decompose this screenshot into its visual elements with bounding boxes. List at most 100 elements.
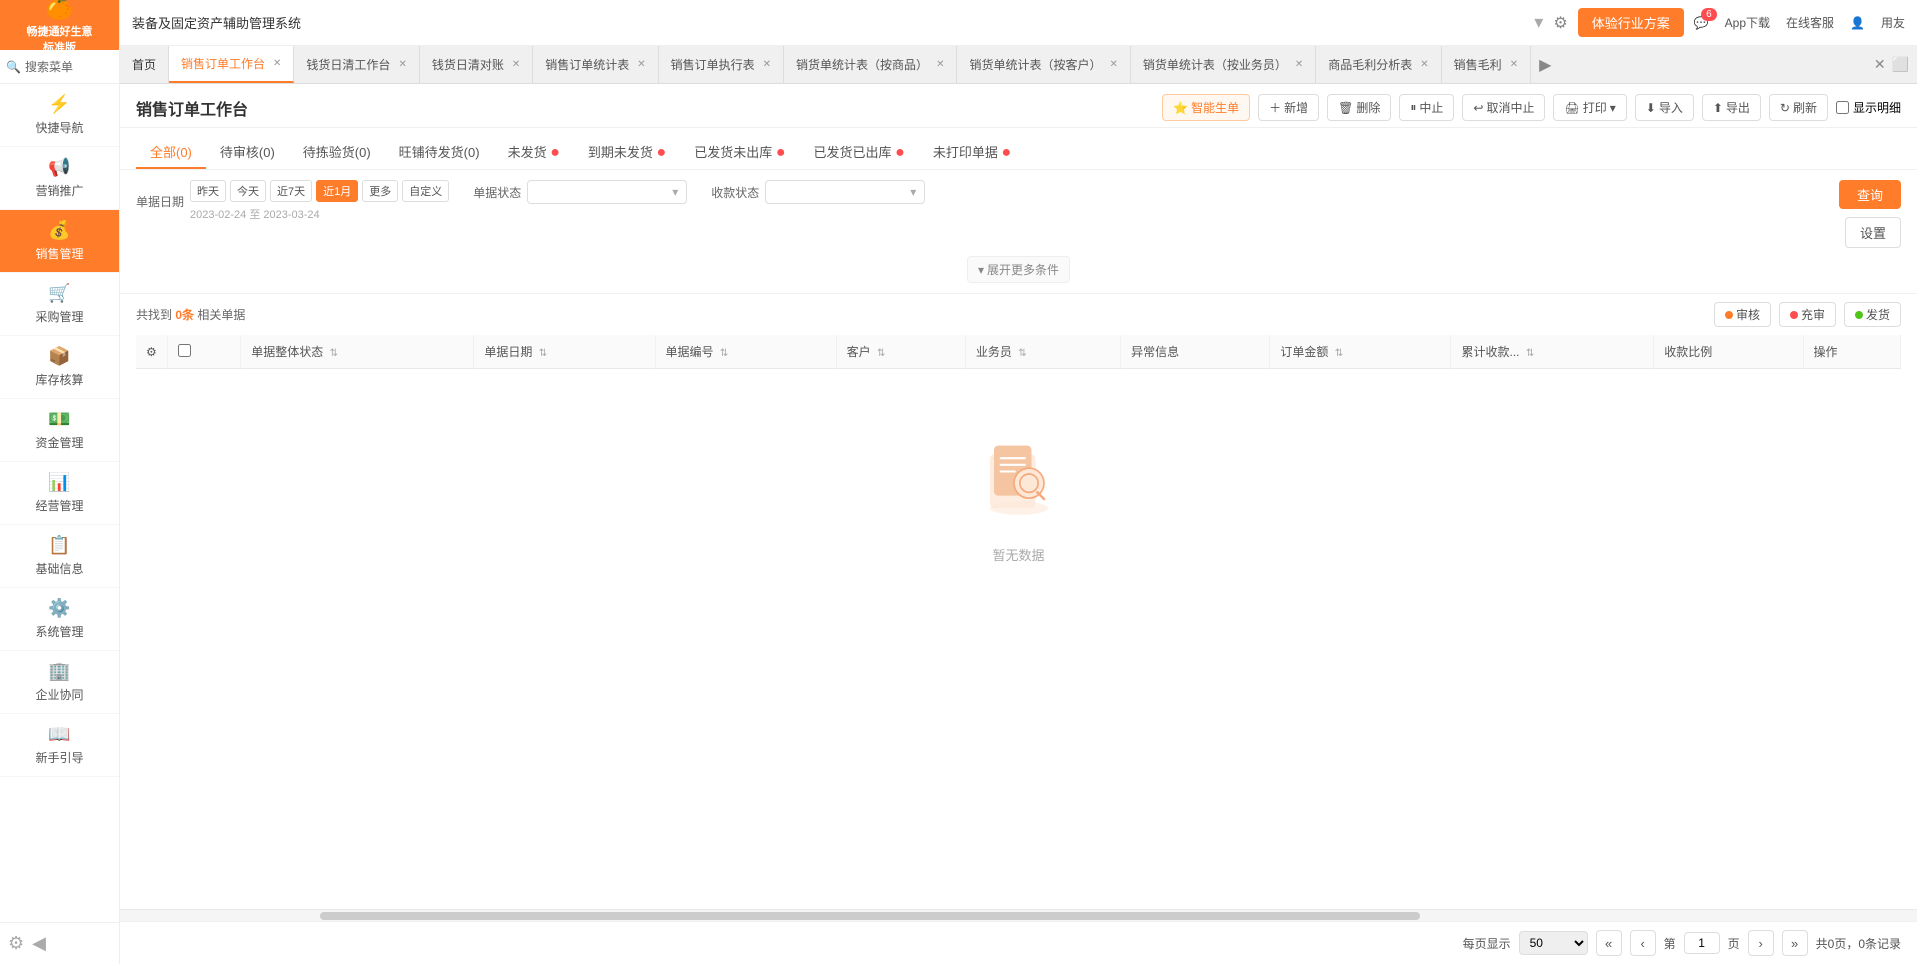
- filter-tab-not-shipped[interactable]: 未发货 ●: [494, 136, 574, 169]
- delete-btn[interactable]: 🗑 删除: [1327, 94, 1391, 121]
- tab-home[interactable]: 首页: [120, 46, 169, 83]
- show-detail-checkbox[interactable]: [1836, 101, 1849, 114]
- sidebar-item-enterprise[interactable]: 🏢 企业协同: [0, 651, 119, 714]
- settings-bottom-icon[interactable]: ⚙: [8, 933, 24, 954]
- tab-close-sales-by-product[interactable]: ✕: [936, 59, 944, 70]
- first-page-btn[interactable]: «: [1596, 930, 1622, 956]
- tab-gross-profit[interactable]: 商品毛利分析表 ✕: [1316, 46, 1441, 83]
- filter-tab-all[interactable]: 全部(0): [136, 136, 206, 169]
- sidebar-item-finance[interactable]: 💵 资金管理: [0, 399, 119, 462]
- online-service-link[interactable]: 在线客服: [1786, 14, 1834, 31]
- refresh-btn[interactable]: ↻ 刷新: [1769, 94, 1828, 121]
- date-today-btn[interactable]: 今天: [230, 180, 266, 202]
- tab-close-sales-exec[interactable]: ✕: [763, 59, 771, 70]
- smart-create-btn[interactable]: ⭐ 智能生单: [1162, 94, 1250, 121]
- filter-tab-shipped-stored[interactable]: 已发货已出库 ●: [800, 136, 919, 169]
- last-page-btn[interactable]: »: [1782, 930, 1808, 956]
- tab-close-sales-rate[interactable]: ✕: [1510, 59, 1518, 70]
- batch-review-btn[interactable]: 审核: [1714, 302, 1771, 327]
- date-more-btn[interactable]: 更多: [362, 180, 398, 202]
- cancel-pause-btn[interactable]: ↩ 取消中止: [1462, 94, 1545, 121]
- horizontal-scrollbar[interactable]: [120, 909, 1917, 921]
- scrollbar-thumb[interactable]: [320, 912, 1420, 920]
- page-number-input[interactable]: [1684, 932, 1720, 954]
- sidebar-item-basic[interactable]: 📋 基础信息: [0, 525, 119, 588]
- close-all-tabs-icon[interactable]: ⬜: [1892, 56, 1909, 73]
- sidebar-item-purchase[interactable]: 🛒 采购管理: [0, 273, 119, 336]
- payment-select[interactable]: ▾: [765, 180, 925, 204]
- set-btn[interactable]: 设置: [1845, 217, 1901, 248]
- tab-sales-by-customer[interactable]: 销货单统计表（按客户） ✕: [957, 46, 1130, 83]
- tab-close-cash-reconcile[interactable]: ✕: [512, 59, 520, 70]
- sidebar-item-guide[interactable]: 📖 新手引导: [0, 714, 119, 777]
- sort-amount-icon[interactable]: ⇅: [1335, 348, 1343, 359]
- filter-tab-pending-inspect[interactable]: 待拣验货(0): [289, 136, 385, 169]
- check-all-checkbox[interactable]: [178, 344, 191, 357]
- import-btn[interactable]: ⬇ 导入: [1635, 94, 1694, 121]
- tab-sales-stat[interactable]: 销售订单统计表 ✕: [533, 46, 658, 83]
- tab-close-sales-stat[interactable]: ✕: [637, 59, 645, 70]
- tab-close-sales-by-customer[interactable]: ✕: [1109, 59, 1117, 70]
- query-btn[interactable]: 查询: [1839, 180, 1901, 209]
- app-download-link[interactable]: App下载: [1725, 14, 1770, 31]
- tab-close-sales-workbench[interactable]: ✕: [273, 58, 281, 69]
- filter-tab-overdue[interactable]: 到期未发货 ●: [574, 136, 680, 169]
- tab-sales-by-product[interactable]: 销货单统计表（按商品） ✕: [784, 46, 957, 83]
- col-check[interactable]: [167, 335, 241, 369]
- sidebar-item-inventory[interactable]: 📦 库存核算: [0, 336, 119, 399]
- sort-staff-icon[interactable]: ⇅: [1018, 348, 1026, 359]
- sidebar: 🍊 畅捷通好生意 标准版 🔍 搜索菜单 ⚡ 快捷导航 📢 营销推广 💰 销售管理…: [0, 0, 120, 964]
- tab-close-sales-by-staff[interactable]: ✕: [1295, 59, 1303, 70]
- tab-close-gross-profit[interactable]: ✕: [1420, 59, 1428, 70]
- next-page-btn[interactable]: ›: [1748, 930, 1774, 956]
- sort-customer-icon[interactable]: ⇅: [877, 348, 885, 359]
- show-detail-checkbox-label[interactable]: 显示明细: [1836, 99, 1901, 116]
- date-7days-btn[interactable]: 近7天: [270, 180, 312, 202]
- sort-status-icon[interactable]: ⇅: [330, 348, 338, 359]
- page-size-select[interactable]: 50 10 20 100: [1519, 931, 1588, 955]
- tab-sales-workbench[interactable]: 销售订单工作台 ✕: [169, 46, 294, 83]
- add-btn[interactable]: ＋ 新增: [1258, 94, 1319, 121]
- sidebar-search[interactable]: 🔍 搜索菜单: [0, 50, 119, 84]
- expand-more-btn[interactable]: ▾ 展开更多条件: [967, 256, 1070, 283]
- collapse-icon[interactable]: ◀: [32, 933, 46, 954]
- sidebar-item-ops[interactable]: 📊 经营管理: [0, 462, 119, 525]
- col-setting[interactable]: ⚙: [136, 335, 167, 369]
- export-btn[interactable]: ⬆ 导出: [1702, 94, 1761, 121]
- dropdown-arrow-icon[interactable]: ▾: [1534, 12, 1543, 33]
- pause-btn[interactable]: ⏸ 中止: [1399, 94, 1454, 121]
- close-current-tab-icon[interactable]: ✕: [1874, 56, 1886, 73]
- tab-cash-reconcile[interactable]: 钱货日清对账 ✕: [420, 46, 533, 83]
- batch-unreviewed-btn[interactable]: 充审: [1779, 302, 1836, 327]
- filter-tab-shipped-not-stored[interactable]: 已发货未出库 ●: [680, 136, 799, 169]
- sidebar-item-quick-nav[interactable]: ⚡ 快捷导航: [0, 84, 119, 147]
- date-custom-btn[interactable]: 自定义: [402, 180, 449, 202]
- prev-page-btn[interactable]: ‹: [1630, 930, 1656, 956]
- sidebar-item-system[interactable]: ⚙️ 系统管理: [0, 588, 119, 651]
- tab-sales-exec-label: 销售订单执行表: [671, 56, 755, 73]
- sidebar-item-marketing[interactable]: 📢 营销推广: [0, 147, 119, 210]
- sort-date-icon[interactable]: ⇅: [539, 348, 547, 359]
- experience-btn[interactable]: 体验行业方案: [1578, 8, 1684, 37]
- sidebar-item-sales[interactable]: 💰 销售管理: [0, 210, 119, 273]
- status-select[interactable]: ▾: [527, 180, 687, 204]
- date-1month-btn[interactable]: 近1月: [316, 180, 358, 202]
- sort-collected-icon[interactable]: ⇅: [1526, 348, 1534, 359]
- tab-sales-by-staff[interactable]: 销货单统计表（按业务员） ✕: [1131, 46, 1316, 83]
- filter-tab-wangpu[interactable]: 旺铺待发货(0): [385, 136, 494, 169]
- message-badge-wrap[interactable]: 💬 6: [1694, 16, 1709, 30]
- date-yesterday-btn[interactable]: 昨天: [190, 180, 226, 202]
- tab-sales-exec[interactable]: 销售订单执行表 ✕: [659, 46, 784, 83]
- tab-nav-more[interactable]: ▶: [1531, 46, 1559, 83]
- filter-tab-not-printed[interactable]: 未打印单据 ●: [919, 136, 1025, 169]
- col-status: 单据整体状态 ⇅: [241, 335, 474, 369]
- tab-cash-daily[interactable]: 钱货日清工作台 ✕: [294, 46, 419, 83]
- print-btn[interactable]: 🖨 打印 ▾: [1553, 94, 1626, 121]
- header-gear-icon[interactable]: ⚙: [1553, 13, 1567, 33]
- filter-tab-pending-review-label: 待审核(0): [220, 145, 275, 160]
- tab-sales-rate[interactable]: 销售毛利 ✕: [1442, 46, 1531, 83]
- filter-tab-pending-review[interactable]: 待审核(0): [206, 136, 289, 169]
- tab-close-cash-daily[interactable]: ✕: [398, 59, 406, 70]
- batch-ship-btn[interactable]: 发货: [1844, 302, 1901, 327]
- sort-number-icon[interactable]: ⇅: [720, 348, 728, 359]
